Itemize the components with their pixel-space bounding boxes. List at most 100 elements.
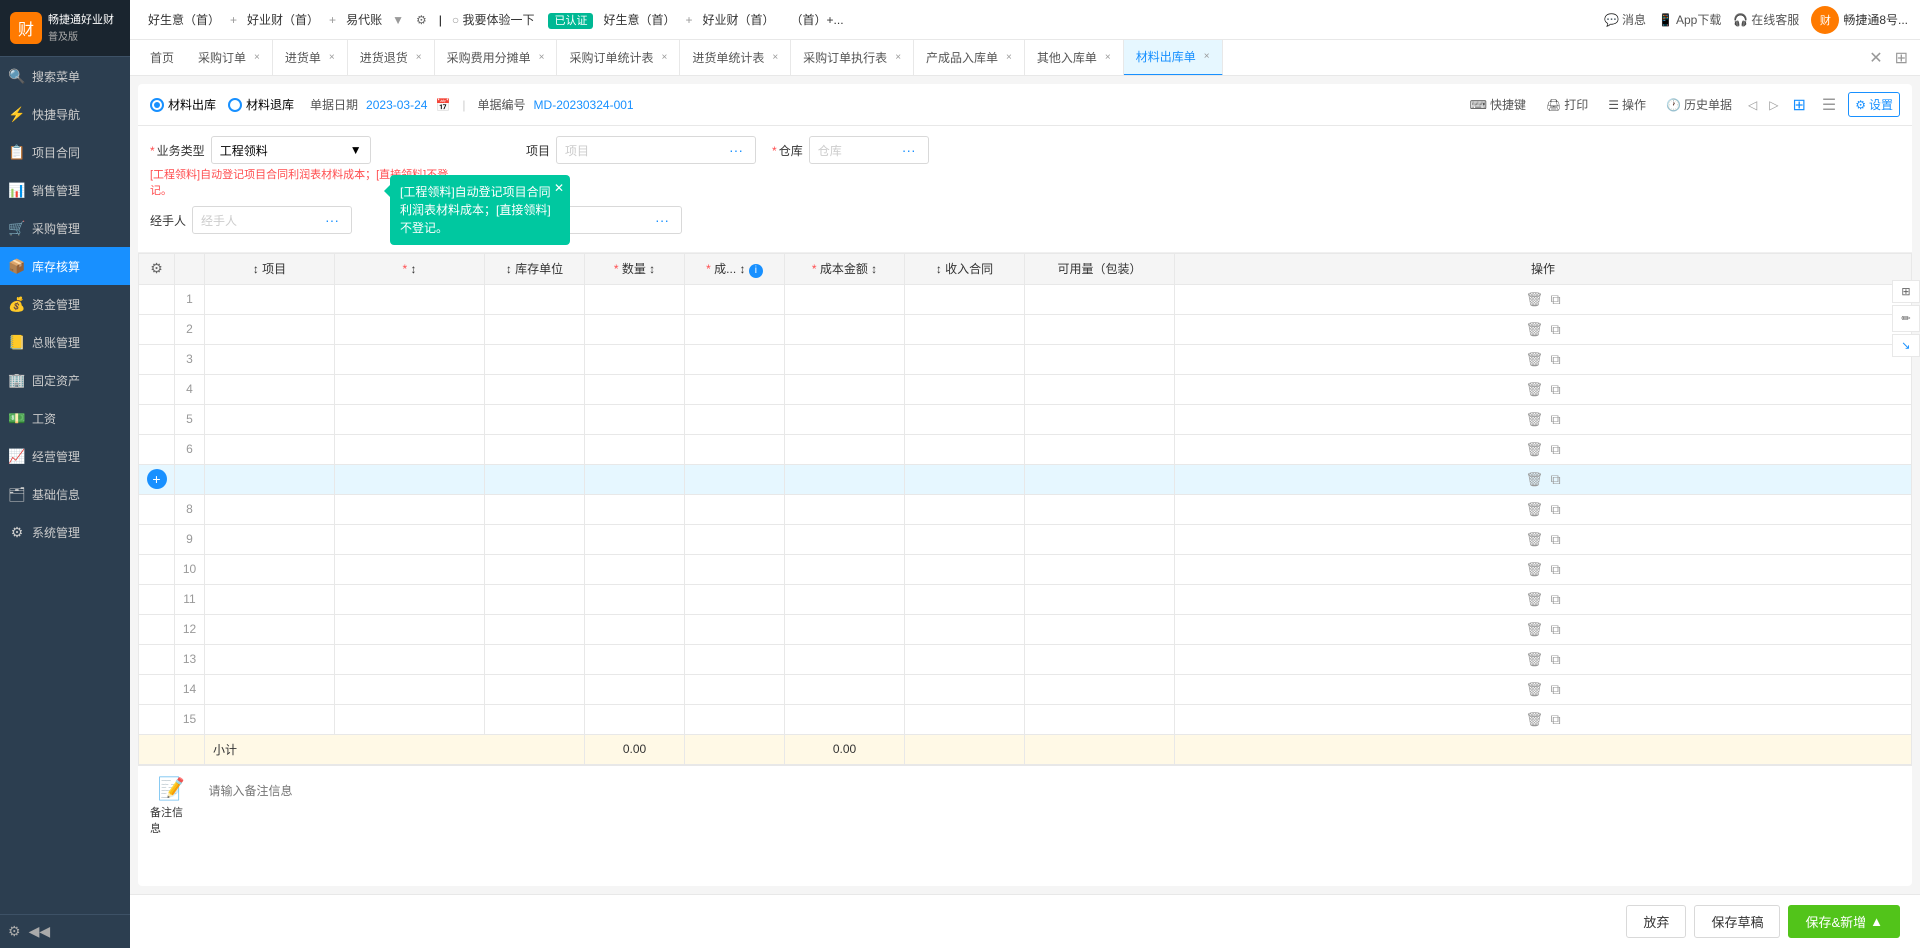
- row-project-cell[interactable]: [205, 434, 335, 464]
- row-material-cell[interactable]: [335, 584, 485, 614]
- row-delete-icon[interactable]: 🗑: [1523, 561, 1545, 577]
- tab-grid-icon[interactable]: ⊞: [1891, 48, 1912, 68]
- add-row-button[interactable]: +: [147, 469, 167, 489]
- row-copy-icon[interactable]: ⧉: [1549, 411, 1563, 427]
- calendar-icon[interactable]: 📅: [435, 98, 450, 112]
- row-material-cell[interactable]: [335, 704, 485, 734]
- row-project-cell[interactable]: [205, 524, 335, 554]
- topbar-app-download[interactable]: 📱 App下载: [1658, 11, 1721, 28]
- nav-next-icon[interactable]: ▷: [1769, 98, 1778, 112]
- project-select[interactable]: 项目 ···: [556, 136, 756, 164]
- row-copy-icon[interactable]: ⧉: [1549, 321, 1563, 337]
- row-project-cell[interactable]: [205, 314, 335, 344]
- sidebar-item-搜索菜单[interactable]: 🔍 搜索菜单: [0, 57, 130, 95]
- row-copy-icon[interactable]: ⧉: [1549, 561, 1563, 577]
- row-copy-icon[interactable]: ⧉: [1549, 291, 1563, 307]
- user-menu[interactable]: 财 畅捷通8号...: [1811, 6, 1908, 34]
- tab-inbound[interactable]: 进货单 ×: [273, 40, 348, 76]
- sidebar-item-固定资产[interactable]: 🏢 固定资产: [0, 361, 130, 399]
- row-material-cell[interactable]: [335, 434, 485, 464]
- shortcut-key-btn[interactable]: ⌨ 快捷键: [1464, 93, 1532, 116]
- row-copy-icon[interactable]: ⧉: [1549, 441, 1563, 457]
- discard-button[interactable]: 放弃: [1626, 905, 1686, 938]
- row-copy-icon[interactable]: ⧉: [1549, 651, 1563, 667]
- row-copy-icon[interactable]: ⧉: [1549, 381, 1563, 397]
- column-settings-icon[interactable]: ⚙: [150, 260, 163, 276]
- row-delete-icon[interactable]: 🗑: [1523, 651, 1545, 667]
- print-btn[interactable]: 🖨 打印: [1540, 93, 1594, 116]
- right-panel-btn-1[interactable]: ⊞: [1892, 280, 1920, 303]
- row-project-input[interactable]: [211, 472, 328, 486]
- row-material-cell[interactable]: [335, 554, 485, 584]
- row-project-cell[interactable]: [205, 584, 335, 614]
- sidebar-item-采购管理[interactable]: 🛒 采购管理: [0, 209, 130, 247]
- row-project-cell[interactable]: [205, 374, 335, 404]
- sidebar-item-基础信息[interactable]: 🗂 基础信息: [0, 475, 130, 513]
- row-copy-icon[interactable]: ⧉: [1549, 351, 1563, 367]
- topbar-link-0[interactable]: 好生意（首）: [142, 7, 226, 32]
- row-material-cell[interactable]: [335, 674, 485, 704]
- topbar-link-5[interactable]: （首）+...: [785, 7, 850, 32]
- tab-purchase-expense[interactable]: 采购费用分摊单 ×: [435, 40, 558, 76]
- row-material-cell[interactable]: [335, 494, 485, 524]
- row-project-cell[interactable]: [205, 464, 335, 494]
- th-settings[interactable]: ⚙: [139, 254, 175, 285]
- topbar-trial[interactable]: ○ 我要体验一下: [446, 7, 541, 32]
- row-material-cell[interactable]: [335, 644, 485, 674]
- topbar-link-1[interactable]: 好业财（首）: [241, 7, 325, 32]
- sidebar-item-销售管理[interactable]: 📊 销售管理: [0, 171, 130, 209]
- row-material-cell[interactable]: [335, 464, 485, 494]
- row-delete-icon[interactable]: 🗑: [1523, 501, 1545, 517]
- row-delete-icon[interactable]: 🗑: [1523, 621, 1545, 637]
- tab-close-all-icon[interactable]: ✕: [1865, 48, 1886, 68]
- row-material-cell[interactable]: [335, 524, 485, 554]
- row-copy-icon[interactable]: ⧉: [1549, 501, 1563, 517]
- row-project-cell[interactable]: [205, 494, 335, 524]
- tooltip-close-icon[interactable]: ✕: [554, 179, 564, 197]
- row-delete-icon[interactable]: 🗑: [1523, 291, 1545, 307]
- row-delete-icon[interactable]: 🗑: [1523, 411, 1545, 427]
- business-type-select[interactable]: 工程领料 ▼: [211, 136, 371, 164]
- tab-product-inbound[interactable]: 产成品入库单 ×: [914, 40, 1025, 76]
- row-project-cell[interactable]: [205, 284, 335, 314]
- tab-other-inbound[interactable]: 其他入库单 ×: [1025, 40, 1124, 76]
- sidebar-item-资金管理[interactable]: 💰 资金管理: [0, 285, 130, 323]
- sidebar-item-总账管理[interactable]: 📒 总账管理: [0, 323, 130, 361]
- settings-btn[interactable]: ⚙ 设置: [1848, 92, 1900, 117]
- tab-purchase-order[interactable]: 采购订单 ×: [186, 40, 273, 76]
- row-copy-icon[interactable]: ⧉: [1549, 591, 1563, 607]
- row-project-cell[interactable]: [205, 344, 335, 374]
- nav-prev-icon[interactable]: ◁: [1748, 98, 1757, 112]
- save-new-button[interactable]: 保存&新增 ▲: [1788, 905, 1900, 938]
- row-project-cell[interactable]: [205, 644, 335, 674]
- tab-home[interactable]: 首页: [138, 40, 186, 76]
- cost-info-icon[interactable]: i: [749, 264, 763, 278]
- row-project-cell[interactable]: [205, 404, 335, 434]
- row-material-cell[interactable]: [335, 284, 485, 314]
- tab-inbound-return[interactable]: 进货退货 ×: [348, 40, 435, 76]
- row-delete-icon[interactable]: 🗑: [1523, 321, 1545, 337]
- topbar-dropdown-icon[interactable]: ▼: [392, 13, 404, 27]
- sidebar-item-快捷导航[interactable]: ⚡ 快捷导航: [0, 95, 130, 133]
- operation-btn[interactable]: ☰ 操作: [1602, 93, 1652, 116]
- sidebar-item-经营管理[interactable]: 📈 经营管理: [0, 437, 130, 475]
- sidebar-item-库存核算[interactable]: 📦 库存核算: [0, 247, 130, 285]
- agent-dots-icon[interactable]: ···: [321, 212, 343, 228]
- topbar-settings-icon[interactable]: ⚙: [416, 13, 427, 27]
- row-delete-icon[interactable]: 🗑: [1523, 711, 1545, 727]
- row-project-cell[interactable]: [205, 614, 335, 644]
- row-delete-icon[interactable]: 🗑: [1523, 591, 1545, 607]
- row-material-cell[interactable]: [335, 314, 485, 344]
- warehouse-select[interactable]: 仓库 ···: [809, 136, 929, 164]
- income-contract-dots-icon[interactable]: ···: [651, 212, 673, 228]
- sidebar-item-项目合同[interactable]: 📋 项目合同: [0, 133, 130, 171]
- row-copy-icon[interactable]: ⧉: [1549, 471, 1563, 487]
- row-delete-icon[interactable]: 🗑: [1523, 351, 1545, 367]
- sidebar-item-系统管理[interactable]: ⚙ 系统管理: [0, 513, 130, 551]
- tab-inbound-stats[interactable]: 进货单统计表 ×: [680, 40, 791, 76]
- row-material-cell[interactable]: [335, 374, 485, 404]
- row-copy-icon[interactable]: ⧉: [1549, 531, 1563, 547]
- agent-select[interactable]: 经手人 ···: [192, 206, 352, 234]
- row-project-cell[interactable]: [205, 674, 335, 704]
- row-delete-icon[interactable]: 🗑: [1523, 381, 1545, 397]
